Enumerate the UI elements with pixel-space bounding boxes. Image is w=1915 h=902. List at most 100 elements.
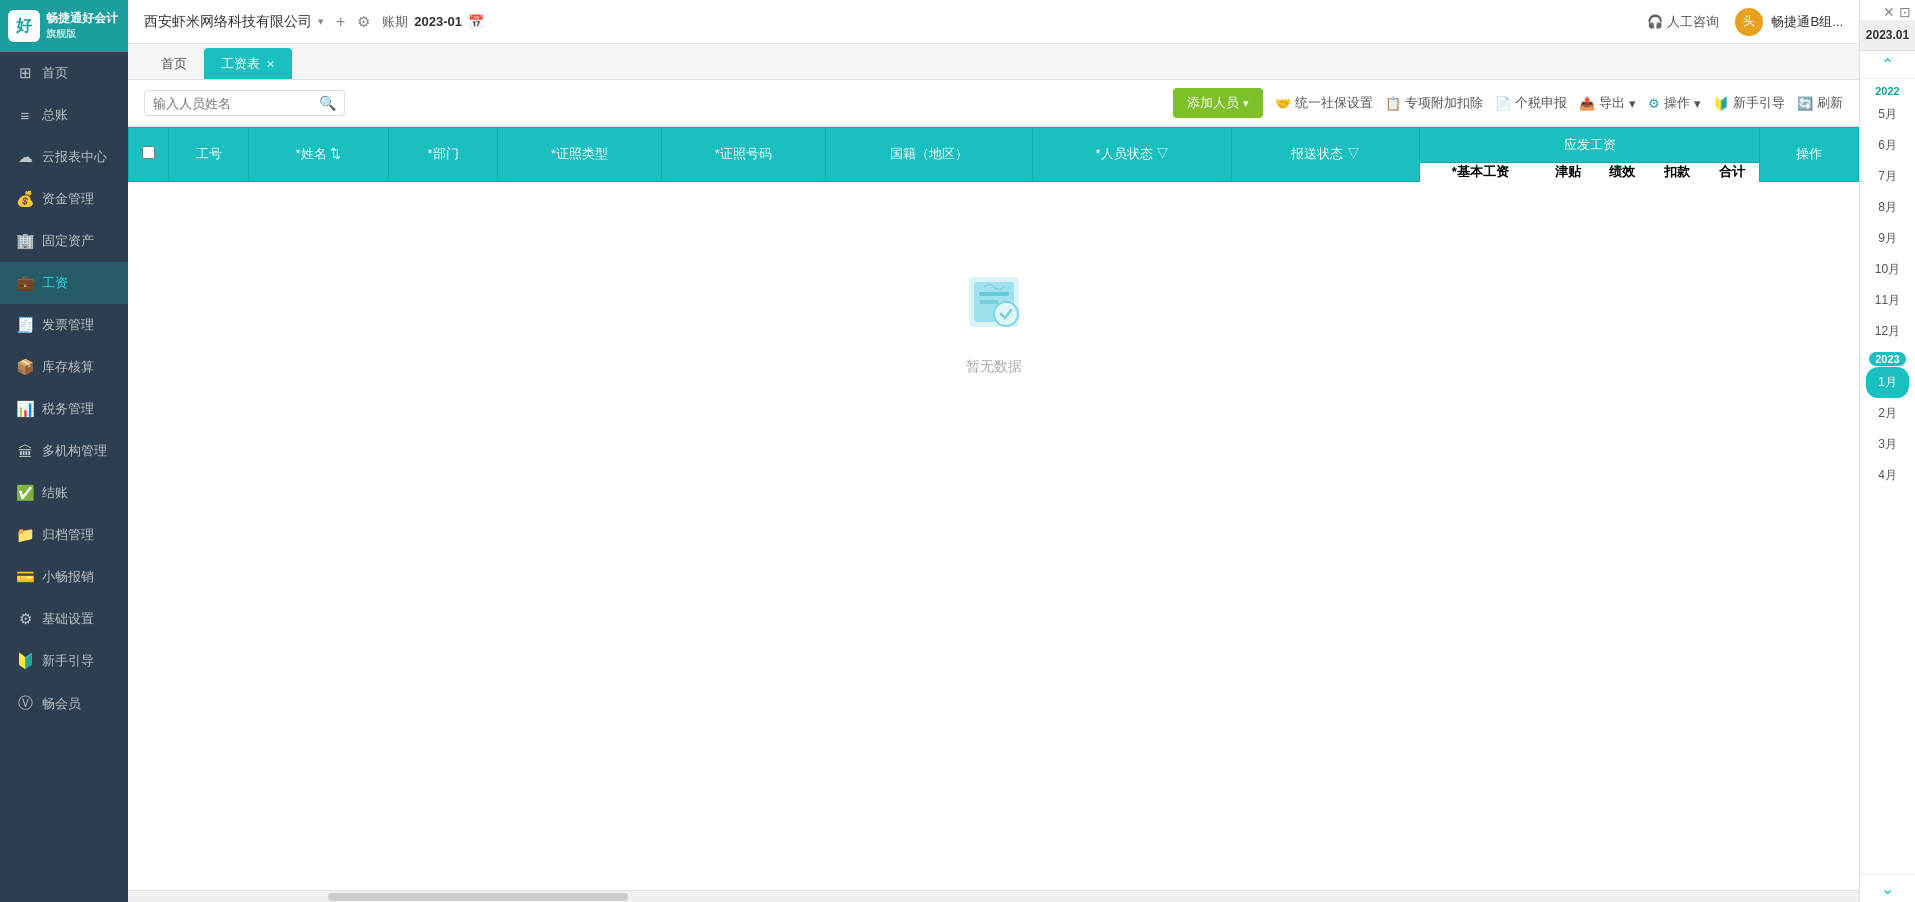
- month-item-2023-1[interactable]: 1月: [1866, 367, 1909, 398]
- assets-icon: 🏢: [16, 232, 34, 250]
- table-wrap: 工号 *姓名 ⇅ *部门 *证照类型 *证照号码 国籍（地区） *人员状态 ▽ …: [128, 127, 1859, 890]
- refresh-label: 刷新: [1817, 94, 1843, 112]
- col-country: 国籍（地区）: [825, 128, 1033, 182]
- archive-icon: 📁: [16, 526, 34, 544]
- org-icon: 🏛: [16, 443, 34, 460]
- year-2023-badge: 2023: [1869, 352, 1905, 366]
- panel-close-button[interactable]: ✕: [1883, 4, 1895, 20]
- export-dropdown-icon: ▾: [1629, 96, 1636, 111]
- col-name[interactable]: *姓名 ⇅: [249, 128, 389, 182]
- member-icon: Ⓥ: [16, 694, 34, 713]
- month-item-2022-7[interactable]: 7月: [1860, 161, 1915, 192]
- settle-icon: ✅: [16, 484, 34, 502]
- col-checkbox[interactable]: [129, 128, 169, 182]
- username[interactable]: 畅捷通B组...: [1771, 13, 1843, 31]
- sidebar-item-label: 总账: [42, 106, 68, 124]
- sidebar: 好 畅捷通好会计 旗舰版 ⊞ 首页 ≡ 总账 ☁ 云报表中心 💰 资金管理 🏢 …: [0, 0, 128, 902]
- month-item-2022-6[interactable]: 6月: [1860, 130, 1915, 161]
- app-name: 畅捷通好会计: [46, 11, 118, 27]
- operation-button[interactable]: ⚙ 操作 ▾: [1648, 94, 1701, 112]
- sidebar-item-ledger[interactable]: ≡ 总账: [0, 94, 128, 136]
- social-security-button[interactable]: 🤝 统一社保设置: [1275, 94, 1373, 112]
- tab-close-button[interactable]: ✕: [266, 58, 275, 71]
- fund-icon: 💰: [16, 190, 34, 208]
- scroll-down-button[interactable]: ⌄: [1860, 874, 1915, 902]
- user-service-label: 人工咨询: [1667, 13, 1719, 31]
- month-item-2022-8[interactable]: 8月: [1860, 192, 1915, 223]
- month-item-2022-10[interactable]: 10月: [1860, 254, 1915, 285]
- guide-button[interactable]: 🔰 新手引导: [1713, 94, 1785, 112]
- empty-icon: [954, 262, 1034, 342]
- avatar: 头: [1735, 8, 1763, 36]
- tax-icon: 📊: [16, 400, 34, 418]
- scrollbar-area[interactable]: [128, 890, 1859, 902]
- add-person-label: 添加人员: [1187, 94, 1239, 112]
- sidebar-item-expense[interactable]: 💳 小畅报销: [0, 556, 128, 598]
- col-report-status[interactable]: 报送状态 ▽: [1232, 128, 1420, 182]
- scroll-up-button[interactable]: ⌃: [1860, 51, 1915, 79]
- sidebar-item-settings[interactable]: ⚙ 基础设置: [0, 598, 128, 640]
- month-item-2022-9[interactable]: 9月: [1860, 223, 1915, 254]
- toolbar-left: 🔍: [144, 90, 345, 116]
- panel-top-buttons: ✕ ⊡: [1860, 0, 1915, 20]
- sidebar-item-cloud-report[interactable]: ☁ 云报表中心: [0, 136, 128, 178]
- year-2022-label: 2022: [1860, 79, 1915, 99]
- period-calendar-icon[interactable]: 📅: [468, 14, 484, 29]
- guide-label: 新手引导: [1733, 94, 1785, 112]
- right-panel: ✕ ⊡ 2023.01 ⌃ 2022 5月 6月 7月 8月 9月 10月 11…: [1859, 0, 1915, 902]
- refresh-button[interactable]: 🔄 刷新: [1797, 94, 1843, 112]
- add-person-button[interactable]: 添加人员 ▾: [1173, 88, 1263, 118]
- month-item-2023-2[interactable]: 2月: [1860, 398, 1915, 429]
- company-settings-button[interactable]: ⚙: [357, 13, 370, 31]
- scrollbar-thumb[interactable]: [328, 893, 628, 901]
- month-item-2022-5[interactable]: 5月: [1860, 99, 1915, 130]
- tab-salary-table[interactable]: 工资表 ✕: [204, 48, 292, 79]
- cloud-icon: ☁: [16, 148, 34, 166]
- search-input[interactable]: [153, 96, 313, 111]
- month-item-2022-11[interactable]: 11月: [1860, 285, 1915, 316]
- export-button[interactable]: 📤 导出 ▾: [1579, 94, 1636, 112]
- select-all-checkbox[interactable]: [142, 146, 155, 159]
- special-deduction-button[interactable]: 📋 专项附加扣除: [1385, 94, 1483, 112]
- sidebar-item-settle[interactable]: ✅ 结账: [0, 472, 128, 514]
- col-ops: 操作: [1760, 128, 1859, 182]
- sidebar-item-guide[interactable]: 🔰 新手引导: [0, 640, 128, 682]
- sidebar-item-member[interactable]: Ⓥ 畅会员: [0, 682, 128, 725]
- sidebar-item-tax[interactable]: 📊 税务管理: [0, 388, 128, 430]
- col-person-status[interactable]: *人员状态 ▽: [1033, 128, 1232, 182]
- month-item-2023-4[interactable]: 4月: [1860, 460, 1915, 491]
- salary-icon: 💼: [16, 274, 34, 292]
- panel-maximize-button[interactable]: ⊡: [1899, 4, 1911, 20]
- svg-point-4: [994, 302, 1018, 326]
- guide-icon: 🔰: [1713, 96, 1729, 111]
- month-item-2023-3[interactable]: 3月: [1860, 429, 1915, 460]
- sidebar-item-label: 资金管理: [42, 190, 94, 208]
- sidebar-item-salary[interactable]: 💼 工资: [0, 262, 128, 304]
- sidebar-item-home[interactable]: ⊞ 首页: [0, 52, 128, 94]
- user-service-button[interactable]: 🎧 人工咨询: [1647, 13, 1719, 31]
- month-item-2022-12[interactable]: 12月: [1860, 316, 1915, 347]
- tab-home[interactable]: 首页: [144, 48, 204, 79]
- col-id-type: *证照类型: [498, 128, 662, 182]
- sidebar-item-multi-org[interactable]: 🏛 多机构管理: [0, 430, 128, 472]
- sidebar-item-inventory[interactable]: 📦 库存核算: [0, 346, 128, 388]
- refresh-icon: 🔄: [1797, 96, 1813, 111]
- tab-home-label: 首页: [161, 55, 187, 73]
- tax-declare-button[interactable]: 📄 个税申报: [1495, 94, 1567, 112]
- tabs-bar: 首页 工资表 ✕: [128, 44, 1859, 80]
- tax-declare-label: 个税申报: [1515, 94, 1567, 112]
- sidebar-item-fund[interactable]: 💰 资金管理: [0, 178, 128, 220]
- company-selector[interactable]: 西安虾米网络科技有限公司 ▾: [144, 13, 324, 31]
- col-id-no: *证照号码: [661, 128, 825, 182]
- sidebar-item-invoice[interactable]: 🧾 发票管理: [0, 304, 128, 346]
- empty-state: 暂无数据: [129, 182, 1859, 456]
- sidebar-item-label: 税务管理: [42, 400, 94, 418]
- sidebar-item-archive[interactable]: 📁 归档管理: [0, 514, 128, 556]
- tax-declare-icon: 📄: [1495, 96, 1511, 111]
- add-company-button[interactable]: +: [336, 13, 345, 31]
- sidebar-item-fixed-assets[interactable]: 🏢 固定资产: [0, 220, 128, 262]
- search-icon: 🔍: [319, 95, 336, 111]
- operation-icon: ⚙: [1648, 96, 1660, 111]
- sidebar-item-label: 首页: [42, 64, 68, 82]
- col-deduction: 扣款: [1650, 163, 1705, 182]
